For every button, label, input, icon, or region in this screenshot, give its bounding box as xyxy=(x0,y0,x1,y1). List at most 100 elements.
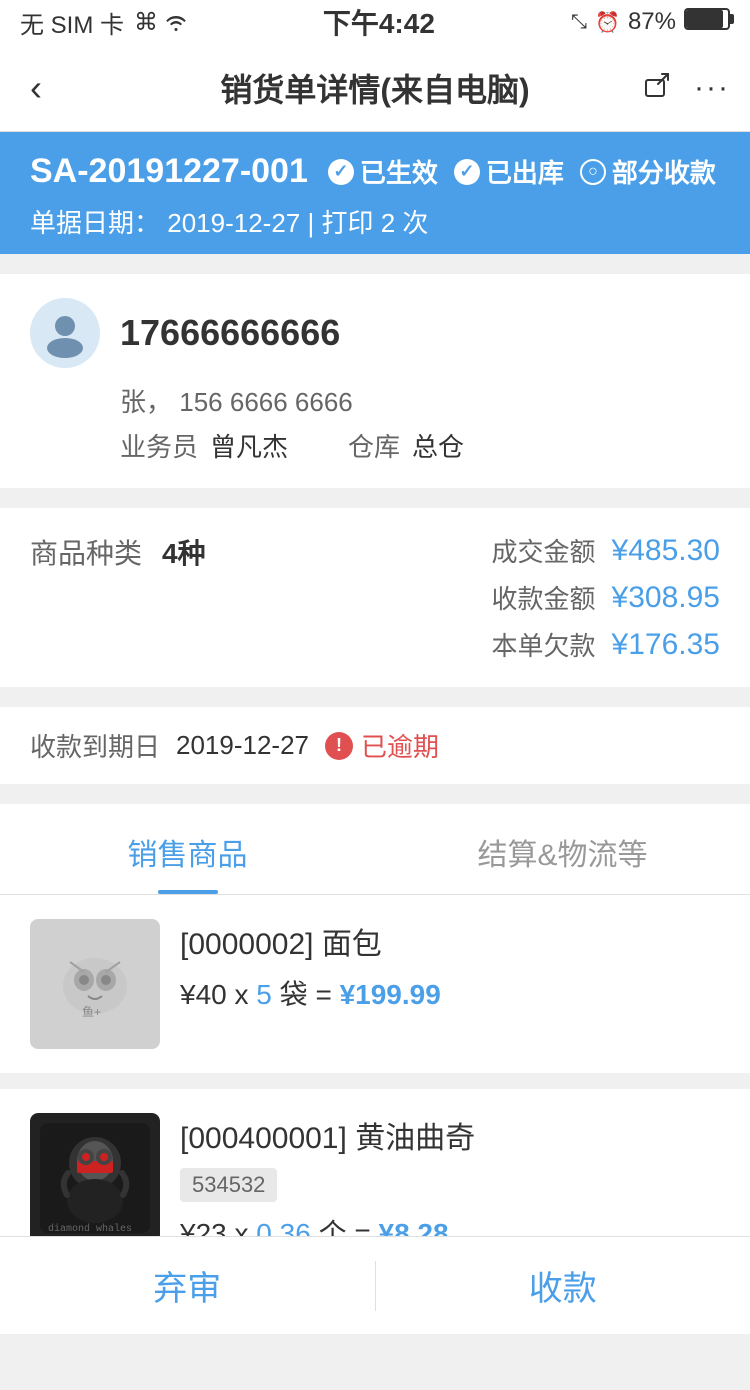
product-name-2: [000400001] 黄油曲奇 xyxy=(180,1113,720,1157)
status-badge-1: ✓ 已生效 xyxy=(328,153,438,190)
avatar xyxy=(30,298,100,368)
order-id-row: SA-20191227-001 ✓ 已生效 ✓ 已出库 ○ 部分收款 xyxy=(30,152,720,191)
overdue-text: 已逾期 xyxy=(361,727,439,764)
status-bar: 无 SIM 卡 ⌘ 下午4:42 ⤡ ⏰ 87% xyxy=(0,0,750,44)
product-price-1: ¥40 x 5 袋 = ¥199.99 xyxy=(180,973,720,1013)
product-type-label: 商品种类 xyxy=(30,532,142,572)
stats-right: 成交金额 ¥485.30 收款金额 ¥308.95 本单欠款 ¥176.35 xyxy=(492,532,720,663)
product-code-1: [0000002] xyxy=(180,928,313,961)
received-label: 收款金额 xyxy=(492,579,596,616)
product-info-1: [0000002] 面包 ¥40 x 5 袋 = ¥199.99 xyxy=(180,919,720,1013)
product-thumb-2: diamond whales xyxy=(30,1113,160,1243)
product-tag-2: 534532 xyxy=(180,1168,277,1202)
time-display: 下午4:42 xyxy=(323,2,435,42)
amount-label: 成交金额 xyxy=(492,532,596,569)
warehouse-label: 仓库 xyxy=(348,427,400,464)
tabs-section: 销售商品 结算&物流等 xyxy=(0,804,750,895)
price-unit-1: 袋 xyxy=(280,979,308,1010)
status-badge-2: ✓ 已出库 xyxy=(454,153,564,190)
more-icon[interactable]: ··· xyxy=(694,71,730,105)
tab-settlement-label: 结算&物流等 xyxy=(477,839,647,872)
sales-label: 业务员 xyxy=(120,427,198,464)
carrier-text: 无 SIM 卡 xyxy=(20,5,124,40)
nav-actions: ··· xyxy=(642,68,730,108)
collect-payment-button[interactable]: 收款 xyxy=(376,1241,750,1330)
product-name-1: [0000002] 面包 xyxy=(180,919,720,963)
print-suffix: 次 xyxy=(402,208,428,238)
nav-bar: ‹ 销货单详情(来自电脑) ··· xyxy=(0,44,750,132)
product-image-2: diamond whales xyxy=(30,1113,160,1243)
product-thumb-1: 鱼+ xyxy=(30,919,160,1049)
customer-row: 17666666666 xyxy=(30,298,720,368)
back-button[interactable]: ‹ xyxy=(20,57,52,119)
amount-item: 成交金额 ¥485.30 xyxy=(492,532,720,569)
price-base-1: ¥40 xyxy=(180,979,227,1010)
overdue-icon: ! xyxy=(325,732,353,760)
warehouse-item: 仓库 总仓 xyxy=(348,427,464,464)
wifi-icon: ⌘ xyxy=(134,8,187,37)
price-total-1: ¥199.99 xyxy=(340,979,441,1010)
due-section: 收款到期日 2019-12-27 ! 已逾期 xyxy=(0,707,750,784)
doc-date-value: 2019-12-27 xyxy=(167,208,300,238)
svg-text:鱼+: 鱼+ xyxy=(82,1005,101,1019)
price-eq-1: = xyxy=(315,979,339,1010)
status-badge-3: ○ 部分收款 xyxy=(580,153,716,190)
list-item: 鱼+ [0000002] 面包 ¥40 x 5 袋 = ¥199.99 xyxy=(0,895,750,1073)
alarm-icon: ⏰ xyxy=(595,10,620,35)
product-list: 鱼+ [0000002] 面包 ¥40 x 5 袋 = ¥199.99 xyxy=(0,895,750,1276)
stats-left: 商品种类 4种 xyxy=(30,532,492,572)
svg-text:diamond whales: diamond whales xyxy=(48,1223,132,1233)
debt-value: ¥176.35 xyxy=(612,628,720,662)
sales-value: 曾凡杰 xyxy=(210,427,288,464)
tab-sales-label: 销售商品 xyxy=(128,839,248,872)
tab-sales-products[interactable]: 销售商品 xyxy=(0,804,375,894)
battery-icon xyxy=(684,8,730,37)
warehouse-value: 总仓 xyxy=(412,427,464,464)
due-date-value: 2019-12-27 xyxy=(176,730,309,761)
received-item: 收款金额 ¥308.95 xyxy=(492,579,720,616)
due-label: 收款到期日 xyxy=(30,727,160,764)
check-icon-1: ✓ xyxy=(328,159,354,185)
customer-id: 17666666666 xyxy=(120,312,340,354)
product-type-count: 4种 xyxy=(162,532,206,572)
status-left: 无 SIM 卡 ⌘ xyxy=(20,5,187,40)
status-right: ⤡ ⏰ 87% xyxy=(571,8,730,37)
overdue-badge: ! 已逾期 xyxy=(325,727,439,764)
product-info-2: [000400001] 黄油曲奇 534532 ¥23 x 0.36 个 = ¥… xyxy=(180,1113,720,1252)
debt-label: 本单欠款 xyxy=(492,626,596,663)
product-image-1: 鱼+ xyxy=(30,919,160,1049)
doc-date-row: 单据日期： 2019-12-27 | 打印 2 次 xyxy=(30,203,720,240)
check-icon-2: ✓ xyxy=(454,159,480,185)
print-count: 2 xyxy=(381,208,395,238)
battery-text: 87% xyxy=(628,8,676,36)
debt-item: 本单欠款 ¥176.35 xyxy=(492,626,720,663)
customer-meta: 业务员 曾凡杰 仓库 总仓 xyxy=(120,427,720,464)
customer-name-text: 张， xyxy=(120,387,172,417)
price-x-1: x xyxy=(235,979,257,1010)
received-value: ¥308.95 xyxy=(612,581,720,615)
sales-person-item: 业务员 曾凡杰 xyxy=(120,427,288,464)
order-id-text: SA-20191227-001 xyxy=(30,152,308,191)
product-title-1: 面包 xyxy=(322,928,382,961)
location-icon: ⤡ xyxy=(571,11,587,34)
amount-value: ¥485.30 xyxy=(612,534,720,568)
tab-underline xyxy=(158,890,218,894)
stats-section: 商品种类 4种 成交金额 ¥485.30 收款金额 ¥308.95 本单欠款 ¥… xyxy=(0,508,750,687)
header-banner: SA-20191227-001 ✓ 已生效 ✓ 已出库 ○ 部分收款 单据日期：… xyxy=(0,132,750,254)
abandon-review-button[interactable]: 弃审 xyxy=(0,1241,375,1330)
share-icon[interactable] xyxy=(642,68,674,108)
customer-phone: 156 6666 6666 xyxy=(179,387,353,417)
tab-settlement[interactable]: 结算&物流等 xyxy=(375,804,750,894)
print-label: | 打印 xyxy=(307,208,373,238)
product-title-2: 黄油曲奇 xyxy=(355,1122,475,1155)
clock-icon: ○ xyxy=(580,159,606,185)
status-badges: ✓ 已生效 ✓ 已出库 ○ 部分收款 xyxy=(328,153,716,190)
doc-date-label: 单据日期： xyxy=(30,208,160,238)
page-title: 销货单详情(来自电脑) xyxy=(220,65,529,111)
product-code-2: [000400001] xyxy=(180,1122,347,1155)
product-type-row: 商品种类 4种 xyxy=(30,532,492,572)
customer-section: 17666666666 张， 156 6666 6666 业务员 曾凡杰 仓库 … xyxy=(0,274,750,488)
customer-info: 张， 156 6666 6666 xyxy=(120,382,720,419)
bottom-bar: 弃审 收款 xyxy=(0,1236,750,1334)
price-qty-1: 5 xyxy=(256,979,272,1010)
